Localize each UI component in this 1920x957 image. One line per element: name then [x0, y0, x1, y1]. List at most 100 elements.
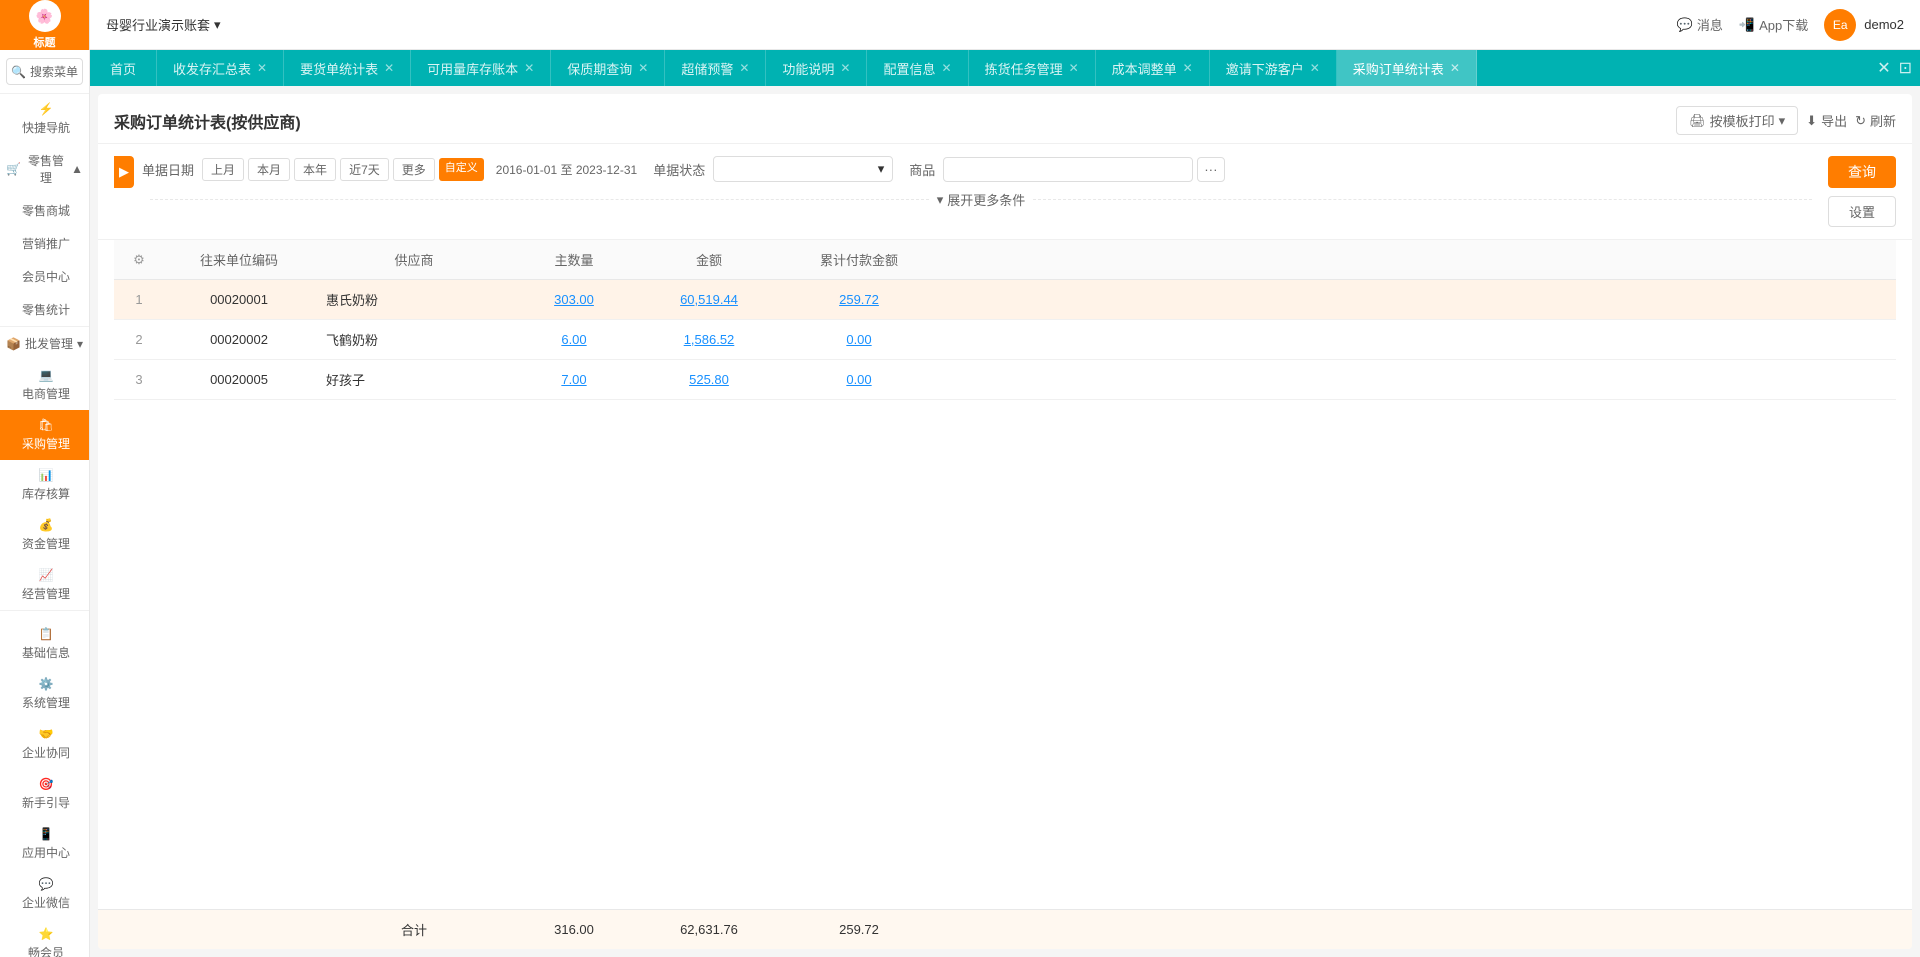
settings-btn[interactable]: 设置	[1828, 196, 1896, 227]
tab-purchase-stats[interactable]: 采购订单统计表 ✕	[1337, 50, 1477, 86]
sidebar-item-enterprise[interactable]: 🤝 企业协同	[0, 719, 89, 769]
cell-supplier-2: 好孩子	[314, 360, 514, 400]
cell-amount-1[interactable]: 1,586.52	[634, 320, 784, 360]
tab-functions[interactable]: 功能说明 ✕	[766, 50, 867, 86]
app-download-btn[interactable]: 📲 App下载	[1739, 15, 1808, 34]
close-tab-btn[interactable]: ✕	[1877, 58, 1890, 78]
column-settings-icon[interactable]: ⚙	[133, 252, 145, 267]
breadcrumb-text: 母婴行业演示账套	[106, 15, 210, 34]
goods-input[interactable]	[943, 157, 1193, 182]
tab-overstock[interactable]: 超储预警 ✕	[665, 50, 766, 86]
tab-goods-stats[interactable]: 要货单统计表 ✕	[284, 50, 411, 86]
sidebar-item-basic-info[interactable]: 📋 基础信息	[0, 619, 89, 669]
print-icon: 🖨	[1689, 113, 1706, 129]
cell-paid-2[interactable]: 0.00	[784, 360, 934, 400]
cell-code-2: 00020005	[164, 360, 314, 400]
th-paid: 累计付款金额	[784, 240, 934, 280]
filter-more: ▾ 展开更多条件	[142, 190, 1820, 209]
tab-cost-adjust[interactable]: 成本调整单 ✕	[1096, 50, 1210, 86]
tab-home[interactable]: 首页	[90, 50, 157, 86]
sidebar-search[interactable]: 🔍 搜索菜单	[0, 50, 89, 94]
print-btn[interactable]: 🖨 按模板打印 ▾	[1676, 106, 1798, 135]
sidebar-item-retail-mall[interactable]: 零售商城	[0, 194, 89, 227]
tab-close-config[interactable]: ✕	[942, 61, 952, 75]
tab-invite-downstream[interactable]: 邀请下游客户 ✕	[1210, 50, 1337, 86]
data-table: ⚙ 往来单位编码 供应商 主数量	[114, 240, 1896, 400]
top-bar-right: 💬 消息 📲 App下载 Ea demo2	[1677, 9, 1904, 41]
tab-close-invite-downstream[interactable]: ✕	[1310, 61, 1320, 75]
sidebar-item-retail[interactable]: 🛒 零售管理 ▲	[0, 144, 89, 194]
sidebar-item-retail-stat[interactable]: 零售统计	[0, 293, 89, 326]
chevron-icon: ▲	[71, 162, 83, 176]
shortcut-7days[interactable]: 近7天	[340, 158, 389, 181]
cell-supplier-1: 飞鹤奶粉	[314, 320, 514, 360]
tab-close-goods-stats[interactable]: ✕	[384, 61, 394, 75]
sidebar-item-ecommerce[interactable]: 💻 电商管理	[0, 360, 89, 410]
cell-amount-0[interactable]: 60,519.44	[634, 280, 784, 320]
tab-close-cost-adjust[interactable]: ✕	[1183, 61, 1193, 75]
tab-available-stock[interactable]: 可用量库存账本 ✕	[411, 50, 551, 86]
cell-paid-0[interactable]: 259.72	[784, 280, 934, 320]
sidebar-item-wholesale[interactable]: 📦 批发管理 ▾	[0, 327, 89, 360]
shortcut-this-year[interactable]: 本年	[294, 158, 336, 181]
sidebar-item-vip[interactable]: ⭐ 畅会员	[0, 919, 89, 957]
tab-pick-task[interactable]: 拣货任务管理 ✕	[969, 50, 1096, 86]
custom-tag[interactable]: 自定义	[439, 158, 484, 181]
tab-config[interactable]: 配置信息 ✕	[867, 50, 968, 86]
cell-qty-1[interactable]: 6.00	[514, 320, 634, 360]
basic-info-icon: 📋	[39, 627, 54, 641]
sidebar-item-quick-nav[interactable]: ⚡ 快捷导航	[0, 94, 89, 144]
table-row: 1 00020001 惠氏奶粉 303.00 60,519.44 259.72	[114, 280, 1896, 320]
tab-expiry[interactable]: 保质期查询 ✕	[551, 50, 665, 86]
cell-qty-0[interactable]: 303.00	[514, 280, 634, 320]
filter-row-1: 单据日期 上月 本月 本年 近7天 更多 自定义 2016-01-01 至 20…	[142, 156, 1820, 182]
sidebar-item-finance[interactable]: 💰 资金管理	[0, 510, 89, 560]
sidebar-item-operations[interactable]: 📈 经营管理	[0, 560, 89, 610]
tab-close-receive-send[interactable]: ✕	[257, 61, 267, 75]
status-select[interactable]: ▾	[713, 156, 893, 182]
sidebar-item-new-guide[interactable]: 🎯 新手引导	[0, 769, 89, 819]
shortcut-last-month[interactable]: 上月	[202, 158, 244, 181]
sidebar-item-system[interactable]: ⚙️ 系统管理	[0, 669, 89, 719]
sidebar-group-retail: 🛒 零售管理 ▲ 零售商城 营销推广 会员中心 零售统计	[0, 144, 89, 327]
cell-amount-2[interactable]: 525.80	[634, 360, 784, 400]
shortcut-this-month[interactable]: 本月	[248, 158, 290, 181]
cell-extra-1	[934, 320, 1896, 360]
tab-close-overstock[interactable]: ✕	[739, 61, 749, 75]
tab-receive-send[interactable]: 收发存汇总表 ✕	[157, 50, 284, 86]
ecommerce-icon: 💻	[39, 368, 54, 382]
tab-close-available-stock[interactable]: ✕	[524, 61, 534, 75]
filter-toggle-btn[interactable]: ▶	[114, 156, 134, 188]
expand-btn[interactable]: ▾ 展开更多条件	[937, 190, 1026, 209]
search-menu-btn[interactable]: 🔍 搜索菜单	[6, 58, 83, 85]
sidebar: 🌸 标题 🔍 搜索菜单 ⚡ 快捷导航 🛒 零售管理 ▲ 零售商城 营销推广	[0, 0, 90, 957]
cell-paid-1[interactable]: 0.00	[784, 320, 934, 360]
sidebar-item-inventory[interactable]: 📊 库存核算	[0, 460, 89, 510]
quick-nav-icon: ⚡	[39, 102, 54, 116]
maximize-tab-btn[interactable]: ⊡	[1899, 58, 1912, 78]
sidebar-item-app-center[interactable]: 📱 应用中心	[0, 819, 89, 869]
message-btn[interactable]: 💬 消息	[1677, 15, 1723, 34]
sidebar-item-member[interactable]: 会员中心	[0, 260, 89, 293]
goods-dots-btn[interactable]: ···	[1197, 157, 1224, 182]
breadcrumb-select[interactable]: 母婴行业演示账套 ▾	[106, 15, 221, 34]
wholesale-icon: 📦	[6, 337, 21, 351]
tab-close-purchase-stats[interactable]: ✕	[1450, 61, 1460, 75]
top-bar: 母婴行业演示账套 ▾ 💬 消息 📲 App下载 Ea demo2	[90, 0, 1920, 50]
cell-qty-2[interactable]: 7.00	[514, 360, 634, 400]
th-extra	[934, 240, 1896, 280]
refresh-btn[interactable]: ↻ 刷新	[1855, 111, 1896, 130]
export-btn[interactable]: ⬇ 导出	[1806, 111, 1847, 130]
tab-close-pick-task[interactable]: ✕	[1069, 61, 1079, 75]
sidebar-item-purchase[interactable]: 🛍 采购管理	[0, 410, 89, 460]
sidebar-item-marketing[interactable]: 营销推广	[0, 227, 89, 260]
query-btn[interactable]: 查询	[1828, 156, 1896, 188]
content-area: 采购订单统计表(按供应商) 🖨 按模板打印 ▾ ⬇ 导出 ↻ 刷新	[90, 86, 1920, 957]
tab-close-functions[interactable]: ✕	[840, 61, 850, 75]
user-profile[interactable]: Ea demo2	[1824, 9, 1904, 41]
tab-close-expiry[interactable]: ✕	[638, 61, 648, 75]
shortcut-more[interactable]: 更多	[393, 158, 435, 181]
page-actions: 🖨 按模板打印 ▾ ⬇ 导出 ↻ 刷新	[1676, 106, 1896, 135]
sidebar-item-enterprise-wechat[interactable]: 💬 企业微信	[0, 869, 89, 919]
table-header-row: ⚙ 往来单位编码 供应商 主数量	[114, 240, 1896, 280]
